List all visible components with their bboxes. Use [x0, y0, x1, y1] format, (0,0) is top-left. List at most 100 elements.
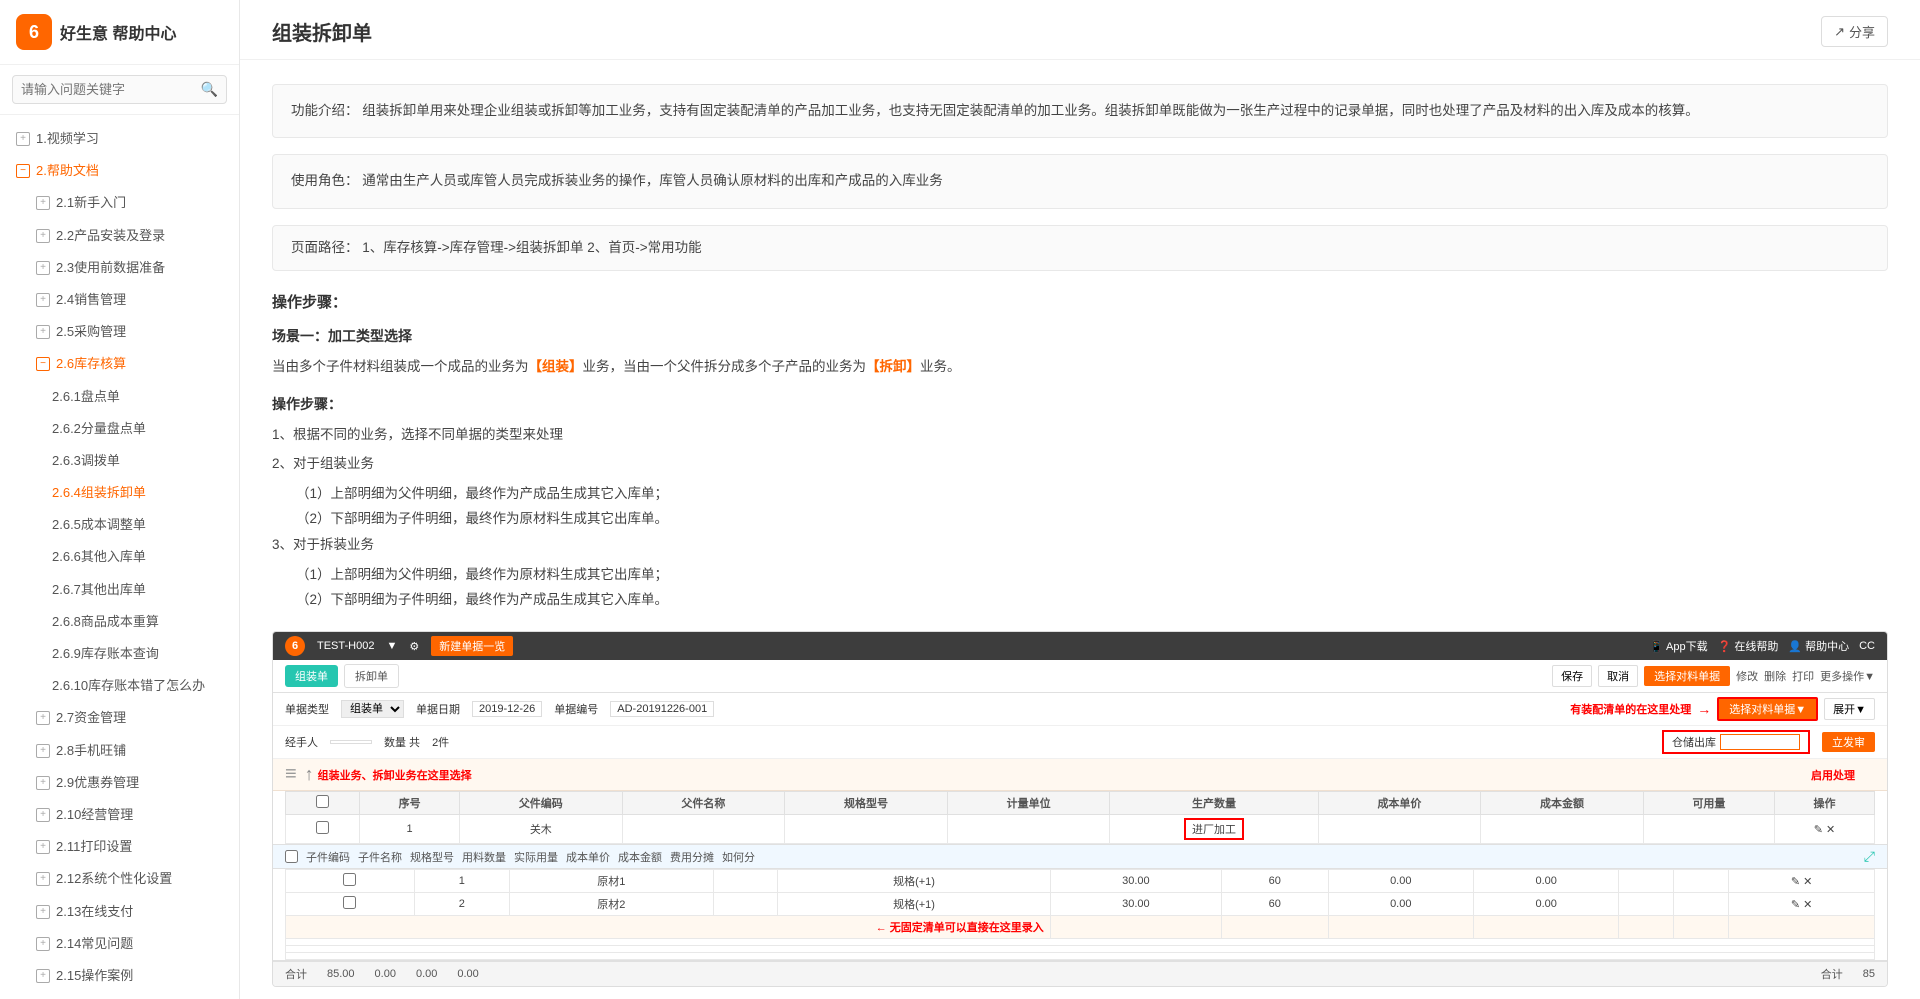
field-qty: 2件	[432, 734, 449, 750]
sidebar-item-mobile[interactable]: + 2.8手机旺铺	[0, 735, 239, 767]
sidebar-item-video[interactable]: + 1.视频学习	[0, 123, 239, 155]
sub-select-all[interactable]	[285, 850, 298, 863]
erp-confirm-btn[interactable]: 立发审	[1822, 732, 1875, 752]
sub-how1	[1674, 870, 1729, 893]
sub-row-del1[interactable]: ✕	[1803, 876, 1812, 888]
expand-sub-icon[interactable]: ⤢	[1864, 848, 1875, 865]
cell-cost-unit	[1318, 815, 1481, 844]
sidebar-item-capital[interactable]: + 2.7资金管理	[0, 702, 239, 734]
annotation-text1: 有装配清单的在这里处理	[1570, 701, 1691, 717]
sidebar-item-coupon[interactable]: + 2.9优惠券管理	[0, 767, 239, 799]
sidebar-item-custom[interactable]: + 2.12系统个性化设置	[0, 863, 239, 895]
col-avail: 可用量	[1643, 792, 1774, 815]
sidebar-item-sales[interactable]: + 2.4销售管理	[0, 284, 239, 316]
sidebar-item-faq[interactable]: + 2.14常见问题	[0, 928, 239, 960]
field-label-warehouse: 仓储出库	[1672, 734, 1716, 750]
erp-btn-confirm[interactable]: 选择对料单据	[1644, 666, 1730, 686]
sidebar-item-docs[interactable]: − 2.帮助文档	[0, 155, 239, 187]
erp-logo: 6	[285, 636, 305, 656]
sub-code2: 原材2	[509, 893, 713, 916]
sidebar-item-other-out[interactable]: 2.6.7其他出库单	[0, 574, 239, 606]
sidebar-item-label: 2.9优惠券管理	[56, 774, 139, 792]
erp-user-icon: 👤 帮助中心	[1788, 638, 1849, 654]
sub-col-actual: 实际用量	[514, 849, 558, 865]
erp-sub-table-area: 1 原材1 规格(+1) 30.00 60 0.00 0.00	[273, 869, 1887, 960]
sidebar-item-cost-adjust[interactable]: 2.6.5成本调整单	[0, 509, 239, 541]
annotation-text3: 启用处理	[1811, 767, 1855, 783]
sub-row-edit2[interactable]: ✎	[1791, 899, 1800, 911]
sub-ops2: ✎ ✕	[1729, 893, 1875, 916]
sidebar-item-label: 2.10经营管理	[56, 806, 133, 824]
col-cost-unit: 成本单价	[1318, 792, 1481, 815]
sidebar-item-print[interactable]: + 2.11打印设置	[0, 831, 239, 863]
sidebar-item-stock-err[interactable]: 2.6.10库存账本错了怎么办	[0, 670, 239, 702]
sub-spec2: 规格(+1)	[778, 893, 1050, 916]
erp-bom-btn[interactable]: 选择对料单据▼	[1717, 697, 1818, 721]
sidebar-item-cases[interactable]: + 2.15操作案例	[0, 960, 239, 992]
sidebar-item-assembly[interactable]: 2.6.4组装拆卸单	[0, 477, 239, 509]
footer-label: 合计	[285, 966, 307, 982]
sidebar-item-split-stock[interactable]: 2.6.2分量盘点单	[0, 413, 239, 445]
sidebar-item-install[interactable]: + 2.2产品安装及登录	[0, 220, 239, 252]
logo-area: 6 好生意 帮助中心	[0, 0, 239, 65]
erp-sub-table-body: 1 原材1 规格(+1) 30.00 60 0.00 0.00	[286, 870, 1875, 960]
sub-col-how: 如何分	[722, 849, 755, 865]
collapse-icon: −	[36, 357, 50, 371]
field-warehouse-input[interactable]	[1720, 734, 1800, 750]
cell-checkbox[interactable]	[286, 815, 360, 844]
erp-expand-btn[interactable]: 展开▼	[1824, 698, 1875, 720]
sidebar-item-other-in[interactable]: 2.6.6其他入库单	[0, 541, 239, 573]
step2: 2、对于组装业务	[272, 451, 1888, 477]
sidebar-item-data[interactable]: + 2.3使用前数据准备	[0, 252, 239, 284]
sidebar-item-newcomer[interactable]: + 2.1新手入门	[0, 187, 239, 219]
row-delete-icon[interactable]: ✕	[1826, 824, 1835, 836]
erp-action1: 修改	[1736, 668, 1758, 684]
sidebar-item-stock-check[interactable]: 2.6.9库存账本查询	[0, 638, 239, 670]
sidebar-item-purchase[interactable]: + 2.5采购管理	[0, 316, 239, 348]
search-box[interactable]: 🔍	[12, 75, 227, 104]
search-icon[interactable]: 🔍	[201, 81, 218, 98]
sub-row-del2[interactable]: ✕	[1803, 899, 1812, 911]
search-input[interactable]	[21, 82, 201, 97]
expand-icon: +	[36, 744, 50, 758]
sidebar-item-inventory[interactable]: − 2.6库存核算	[0, 348, 239, 380]
row-edit-icon[interactable]: ✎	[1814, 824, 1823, 836]
field-type-select[interactable]: 组装单	[341, 700, 404, 718]
expand-icon: +	[36, 808, 50, 822]
erp-btn-save[interactable]: 保存	[1552, 665, 1592, 687]
annotation-text2: 组装业务、拆卸业务在这里选择	[318, 767, 472, 783]
sub-row-check2[interactable]	[343, 896, 356, 909]
field-no-value: AD-20191226-001	[610, 701, 714, 717]
erp-topbar: 6 TEST-H002 ▼ ⚙ 新建单据一览 📱 App下载 ❓ 在线帮助 👤 …	[273, 632, 1887, 660]
sidebar-item-label: 2.13在线支付	[56, 903, 133, 921]
cell-unit	[947, 815, 1110, 844]
sidebar: 6 好生意 帮助中心 🔍 + 1.视频学习 − 2.帮助文档 + 2.1新手入门…	[0, 0, 240, 999]
sidebar-item-pay[interactable]: + 2.13在线支付	[0, 896, 239, 928]
sub-table-header-row: 子件编码 子件名称 规格型号 用料数量 实际用量 成本单价 成本金额 费用分摊 …	[273, 844, 1887, 869]
sub-fee2	[1619, 893, 1674, 916]
sidebar-item-adjust[interactable]: 2.6.3调拨单	[0, 445, 239, 477]
col-unit: 计量单位	[947, 792, 1110, 815]
erp-btn-cancel[interactable]: 取消	[1598, 665, 1638, 687]
sidebar-item-label: 2.6.8商品成本重算	[52, 613, 159, 631]
path-block: 页面路径： 1、库存核算->库存管理->组装拆卸单 2、首页->常用功能	[272, 225, 1888, 271]
erp-main-table-head: 序号 父件编码 父件名称 规格型号 计量单位 生产数量 成本单价 成本金额 可用…	[286, 792, 1875, 815]
sidebar-item-stocktake[interactable]: 2.6.1盘点单	[0, 381, 239, 413]
intro-label: 功能介绍：	[291, 103, 359, 118]
row-checkbox[interactable]	[316, 821, 329, 834]
select-all-checkbox[interactable]	[316, 795, 329, 808]
sidebar-item-ops[interactable]: + 2.10经营管理	[0, 799, 239, 831]
sub-row-edit1[interactable]: ✎	[1791, 876, 1800, 888]
erp-tab-assembly[interactable]: 组装单	[285, 665, 338, 687]
erp-tab-disassembly[interactable]: 拆卸单	[344, 664, 399, 688]
footer-val1: 85.00	[327, 968, 355, 980]
sub-row-check1[interactable]	[343, 873, 356, 886]
erp-nav-area: 组装单 拆卸单 保存 取消 选择对料单据 修改 删除 打印 更多操作▼	[273, 660, 1887, 693]
sidebar-item-cost-calc[interactable]: 2.6.8商品成本重算	[0, 606, 239, 638]
cell-seq: 1	[360, 815, 460, 844]
share-button[interactable]: ↗ 分享	[1821, 16, 1888, 47]
sidebar-item-label: 2.6库存核算	[56, 355, 126, 373]
erp-new-order-btn[interactable]: 新建单据一览	[431, 636, 513, 656]
path-label: 页面路径：	[291, 240, 359, 255]
footer-val2: 0.00	[375, 968, 396, 980]
